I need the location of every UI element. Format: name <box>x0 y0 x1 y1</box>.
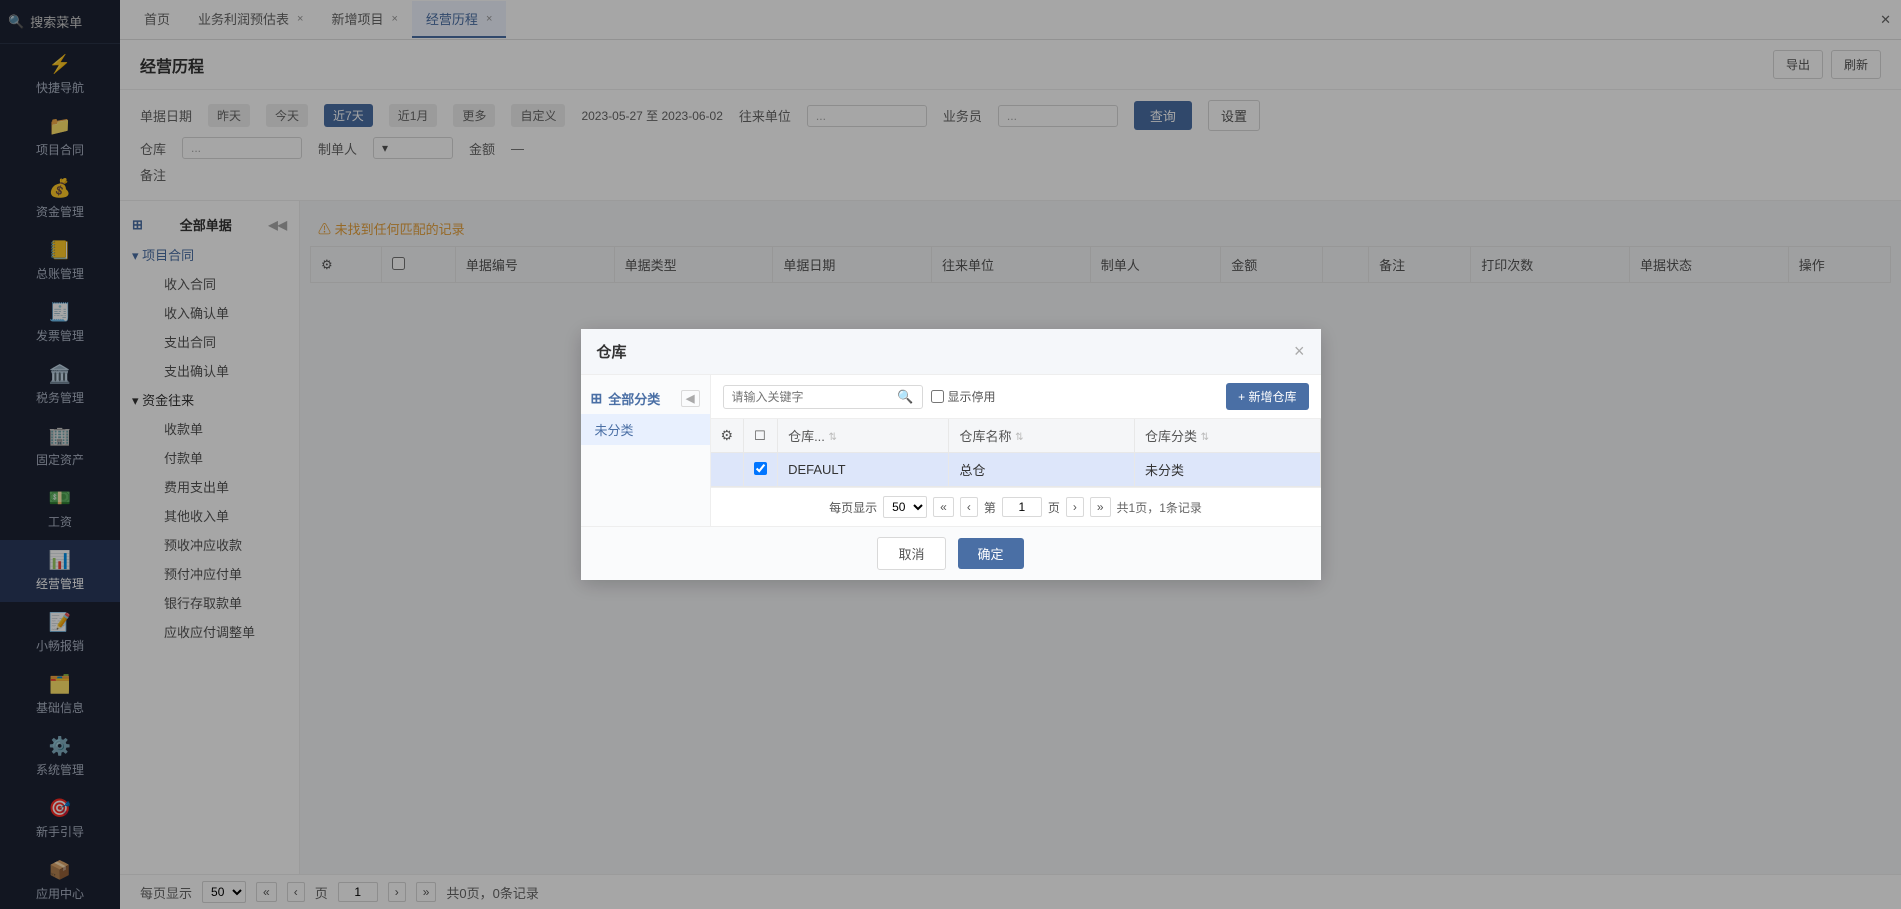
modal-table-row[interactable]: DEFAULT 总仓 未分类 <box>711 453 1321 487</box>
modal-cancel-btn[interactable]: 取消 <box>877 537 945 570</box>
modal-row-checkbox[interactable] <box>744 453 778 487</box>
modal-show-disabled-text: 显示停用 <box>948 388 996 405</box>
modal-page-suffix: 页 <box>1048 499 1060 516</box>
modal-page-label: 第 <box>984 499 996 516</box>
modal-left-panel: ⊞ 全部分类 ◀ 未分类 <box>581 375 711 526</box>
modal-first-btn[interactable]: « <box>933 497 954 517</box>
modal-last-btn[interactable]: » <box>1090 497 1111 517</box>
modal-title: 仓库 <box>597 341 627 362</box>
modal-all-category[interactable]: ⊞ 全部分类 ◀ <box>581 383 710 414</box>
modal-col-check[interactable]: ☐ <box>744 419 778 453</box>
modal-header: 仓库 × <box>581 329 1321 375</box>
modal-right-panel: 🔍 显示停用 + 新增仓库 ⚙ ☐ <box>711 375 1321 526</box>
warehouse-modal: 仓库 × ⊞ 全部分类 ◀ 未分类 <box>581 329 1321 580</box>
grid-icon: ⊞ <box>591 390 603 407</box>
modal-search-input[interactable] <box>732 390 898 404</box>
modal-row-settings-icon[interactable] <box>711 453 744 487</box>
modal-per-page-select[interactable]: 50 <box>883 496 927 518</box>
modal-cat-item-unclassified[interactable]: 未分类 <box>581 414 710 445</box>
modal-table: ⚙ ☐ 仓库... ⇅ 仓库名称 ⇅ 仓库分类 ⇅ DEFAULT 总仓 未分类 <box>711 419 1321 487</box>
modal-page-input[interactable] <box>1002 497 1042 517</box>
modal-prev-btn[interactable]: ‹ <box>960 497 978 517</box>
modal-col-settings[interactable]: ⚙ <box>711 419 744 453</box>
modal-col-category: 仓库分类 ⇅ <box>1134 419 1320 453</box>
modal-row-category: 未分类 <box>1134 453 1320 487</box>
modal-add-warehouse-btn[interactable]: + 新增仓库 <box>1226 383 1308 410</box>
modal-col-code: 仓库... ⇅ <box>778 419 949 453</box>
modal-next-btn[interactable]: › <box>1066 497 1084 517</box>
modal-body: ⊞ 全部分类 ◀ 未分类 🔍 显示停用 <box>581 375 1321 526</box>
modal-row-code: DEFAULT <box>778 453 949 487</box>
modal-confirm-btn[interactable]: 确定 <box>958 538 1024 569</box>
modal-cat-unclassified-label: 未分类 <box>595 423 634 438</box>
modal-show-disabled-checkbox[interactable] <box>931 390 944 403</box>
modal-per-page-label: 每页显示 <box>829 499 877 516</box>
modal-col-name: 仓库名称 ⇅ <box>949 419 1135 453</box>
modal-total-info: 共1页，1条记录 <box>1117 499 1202 516</box>
modal-toolbar: 🔍 显示停用 + 新增仓库 <box>711 375 1321 419</box>
modal-left-collapse-btn[interactable]: ◀ <box>681 390 699 407</box>
modal-close-btn[interactable]: × <box>1294 341 1305 362</box>
modal-show-disabled-label[interactable]: 显示停用 <box>931 388 996 405</box>
modal-table-wrap: ⚙ ☐ 仓库... ⇅ 仓库名称 ⇅ 仓库分类 ⇅ DEFAULT 总仓 未分类 <box>711 419 1321 487</box>
modal-footer: 取消 确定 <box>581 526 1321 580</box>
modal-search-icon: 🔍 <box>897 389 913 405</box>
modal-all-category-label: 全部分类 <box>608 389 660 408</box>
modal-pagination: 每页显示 50 « ‹ 第 页 › » 共1页，1条记录 <box>711 487 1321 526</box>
modal-search-box: 🔍 <box>723 385 923 409</box>
modal-overlay: 仓库 × ⊞ 全部分类 ◀ 未分类 <box>0 0 1901 909</box>
modal-row-name: 总仓 <box>949 453 1135 487</box>
